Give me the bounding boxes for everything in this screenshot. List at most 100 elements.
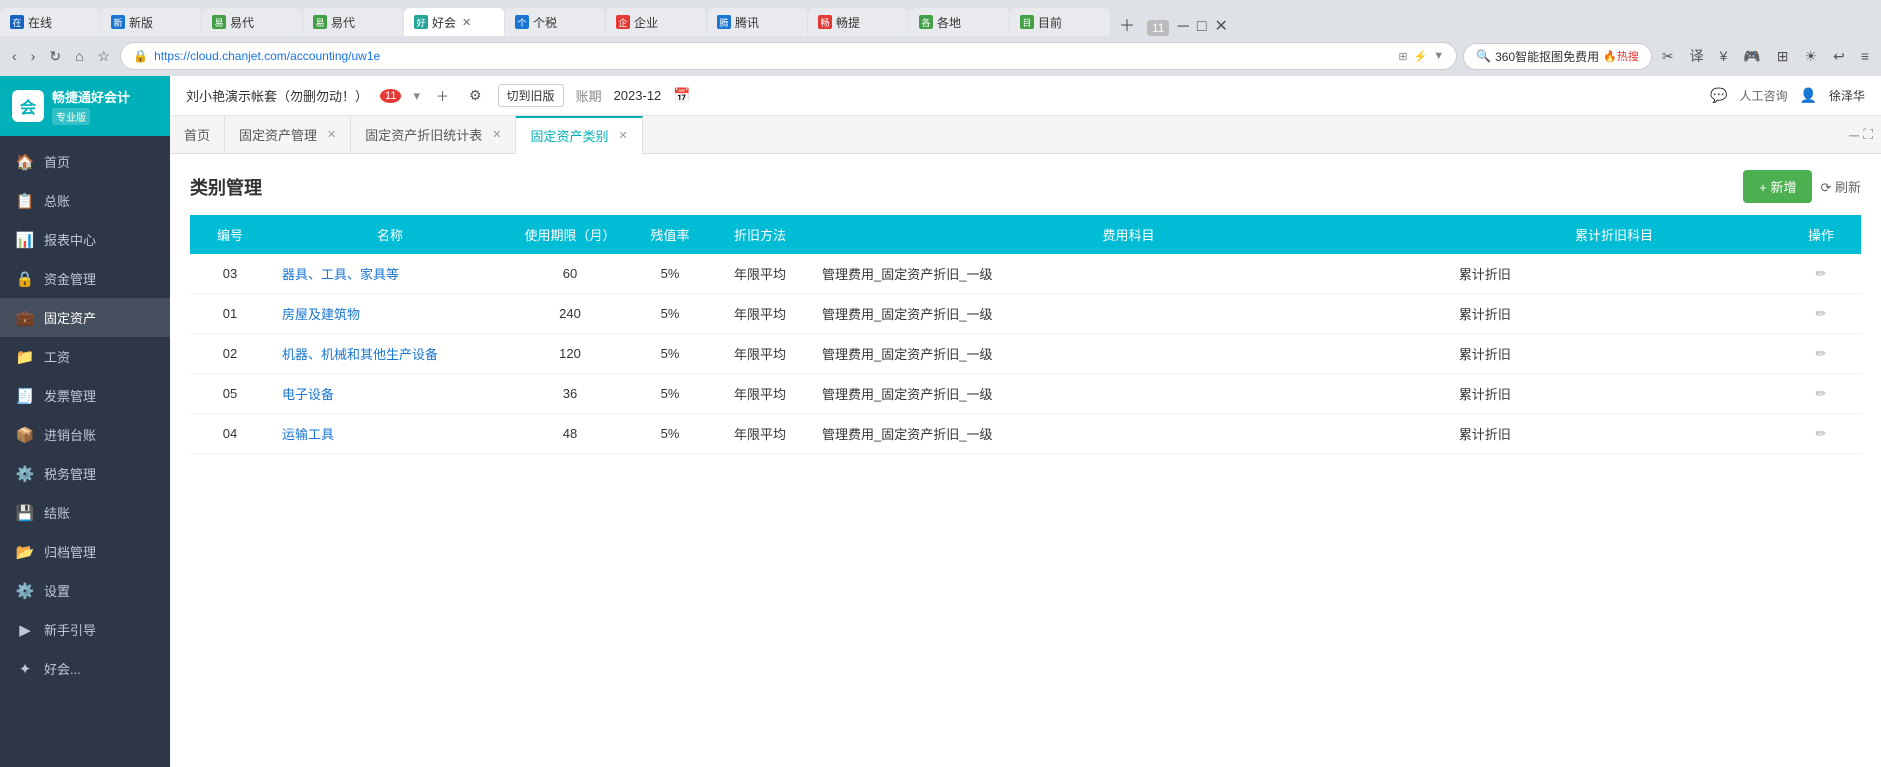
page-tab-category[interactable]: 固定资产类别 ✕ (516, 116, 642, 154)
browser-tab-changtui[interactable]: 畅 畅提 (808, 8, 908, 36)
sidebar-item-fund[interactable]: 🔒 资金管理 (0, 259, 170, 298)
undo-icon[interactable]: ↩ (1829, 46, 1849, 67)
sidebar-item-label-ledger: 总账 (44, 191, 70, 210)
add-btn[interactable]: + 新增 (1743, 170, 1812, 203)
sidebar-item-more[interactable]: ✦ 好会... (0, 649, 170, 688)
cell-residual-4: 5% (630, 414, 710, 454)
user-display-name[interactable]: 徐泽华 (1829, 87, 1865, 104)
refresh-btn[interactable]: ⟳ 刷新 (1820, 177, 1861, 196)
tab-label: 个税 (533, 14, 557, 31)
forward-button[interactable]: › (27, 44, 40, 68)
sidebar-item-tax[interactable]: ⚙️ 税务管理 (0, 454, 170, 493)
fixed-asset-icon: 💼 (16, 309, 34, 327)
logo-icon: 会 (12, 90, 44, 122)
home-button[interactable]: ⌂ (71, 44, 87, 68)
tab-close-icon[interactable]: ✕ (462, 16, 471, 29)
lightning-icon[interactable]: ⚡ (1414, 50, 1428, 63)
edit-icon-4[interactable]: ✏ (1816, 426, 1827, 441)
browser-tab-yd2[interactable]: 易 易代 (303, 8, 403, 36)
sidebar-item-invoice[interactable]: 🧾 发票管理 (0, 376, 170, 415)
row-link-4[interactable]: 运输工具 (282, 427, 334, 442)
sidebar-item-label-purchase: 进销台账 (44, 425, 96, 444)
page-tab-close-depreciation[interactable]: ✕ (492, 128, 501, 141)
sidebar-item-salary[interactable]: 📁 工资 (0, 337, 170, 376)
gear-btn[interactable]: ⚙ (465, 83, 486, 108)
calendar-icon[interactable]: 📅 (673, 87, 690, 104)
site-info-icon[interactable]: ⊞ (1398, 50, 1407, 63)
cell-residual-3: 5% (630, 374, 710, 414)
cell-expense-2: 管理费用_固定资产折旧_一级 (810, 334, 1447, 374)
sidebar-item-report[interactable]: 📊 报表中心 (0, 220, 170, 259)
wallet-icon[interactable]: ¥ (1716, 46, 1732, 66)
cell-action-3: ✏ (1781, 374, 1861, 414)
sidebar-item-ledger[interactable]: 📋 总账 (0, 181, 170, 220)
sidebar-item-purchase[interactable]: 📦 进销台账 (0, 415, 170, 454)
sidebar-item-home[interactable]: 🏠 首页 (0, 142, 170, 181)
browser-tab-muqian[interactable]: 目 目前 (1010, 8, 1110, 36)
page-tab-fixed-mgmt[interactable]: 固定资产管理 ✕ (225, 116, 351, 154)
sidebar-item-label-more: 好会... (44, 659, 81, 678)
page-tab-close-fixed-mgmt[interactable]: ✕ (327, 128, 336, 141)
tab-expand-btn[interactable]: ⛶ (1863, 126, 1873, 143)
maximize-icon[interactable]: □ (1197, 18, 1207, 36)
page-tab-home-label: 首页 (184, 125, 210, 144)
tab-label: 各地 (937, 14, 961, 31)
grid-icon[interactable]: ⊞ (1773, 46, 1793, 67)
url-bar[interactable]: 🔒 https://cloud.chanjet.com/accounting/u… (120, 42, 1457, 70)
browser-tab-yd1[interactable]: 易 易代 (202, 8, 302, 36)
edit-icon-3[interactable]: ✏ (1816, 386, 1827, 401)
browser-tab-new1[interactable]: 新 新版 (101, 8, 201, 36)
minimize-icon[interactable]: ─ (1177, 18, 1188, 36)
browser-tab-gedi[interactable]: 各 各地 (909, 8, 1009, 36)
guide-icon: ▶ (16, 621, 34, 639)
switch-version-btn[interactable]: 切到旧版 (498, 84, 564, 107)
browser-tab-online[interactable]: 在 在线 (0, 8, 100, 36)
sidebar-item-settings[interactable]: ⚙️ 设置 (0, 571, 170, 610)
reload-button[interactable]: ↻ (45, 44, 65, 69)
tabs-right: ─ ⛶ (1849, 126, 1881, 143)
period-prefix-label: 账期 (576, 86, 602, 105)
tab-label: 新版 (129, 14, 153, 31)
sidebar-item-guide[interactable]: ▶ 新手引导 (0, 610, 170, 649)
browser-tab-enterprise[interactable]: 企 企业 (606, 8, 706, 36)
scissors-icon[interactable]: ✂ (1658, 46, 1678, 67)
plus-btn[interactable]: ＋ (432, 82, 453, 109)
consult-label[interactable]: 人工咨询 (1740, 87, 1788, 104)
sidebar-item-archive[interactable]: 📂 归档管理 (0, 532, 170, 571)
cell-name-4: 运输工具 (270, 414, 510, 454)
page-tab-home[interactable]: 首页 (170, 116, 225, 154)
toolbar-icons: ✂ 译 ¥ 🎮 ⊞ ☀ ↩ ≡ (1658, 44, 1873, 68)
browser-tab-haokuai[interactable]: 好 好会 ✕ (404, 8, 504, 36)
sidebar-item-fixed-asset[interactable]: 💼 固定资产 (0, 298, 170, 337)
edit-icon-2[interactable]: ✏ (1816, 346, 1827, 361)
page-tab-depreciation[interactable]: 固定资产折旧统计表 ✕ (351, 116, 516, 154)
bookmark-button[interactable]: ☆ (94, 44, 115, 69)
table-body: 03 器具、工具、家具等 60 5% 年限平均 管理费用_固定资产折旧_一级 累… (190, 254, 1861, 454)
cell-period-3: 36 (510, 374, 630, 414)
back-button[interactable]: ‹ (8, 44, 21, 68)
search-bar[interactable]: 🔍 360智能抠图免费用 🔥热搜 (1463, 43, 1652, 70)
edit-icon-1[interactable]: ✏ (1816, 306, 1827, 321)
page-tab-close-category[interactable]: ✕ (619, 129, 628, 142)
more-icon: ✦ (16, 660, 34, 678)
row-link-3[interactable]: 电子设备 (282, 387, 334, 402)
new-tab-button[interactable]: ＋ (1111, 12, 1143, 36)
close-icon[interactable]: ✕ (1215, 16, 1228, 36)
edit-icon-0[interactable]: ✏ (1816, 266, 1827, 281)
row-link-2[interactable]: 机器、机械和其他生产设备 (282, 347, 438, 362)
cell-period-0: 60 (510, 254, 630, 294)
row-link-1[interactable]: 房屋及建筑物 (282, 307, 360, 322)
menu-icon[interactable]: ≡ (1857, 46, 1873, 66)
tab-minimize-btn[interactable]: ─ (1849, 127, 1859, 143)
dropdown-arrow[interactable]: ▾ (413, 88, 420, 104)
avatar-icon: 👤 (1800, 87, 1817, 104)
translate-icon[interactable]: 译 (1686, 44, 1708, 68)
sun-icon[interactable]: ☀ (1801, 46, 1822, 67)
tab-label: 目前 (1038, 14, 1062, 31)
dropdown-icon[interactable]: ▼ (1433, 50, 1444, 62)
browser-tab-tencent[interactable]: 腾 腾讯 (707, 8, 807, 36)
browser-tab-tax[interactable]: 个 个税 (505, 8, 605, 36)
game-icon[interactable]: 🎮 (1739, 46, 1764, 67)
sidebar-item-checkout[interactable]: 💾 结账 (0, 493, 170, 532)
row-link-0[interactable]: 器具、工具、家具等 (282, 267, 399, 282)
